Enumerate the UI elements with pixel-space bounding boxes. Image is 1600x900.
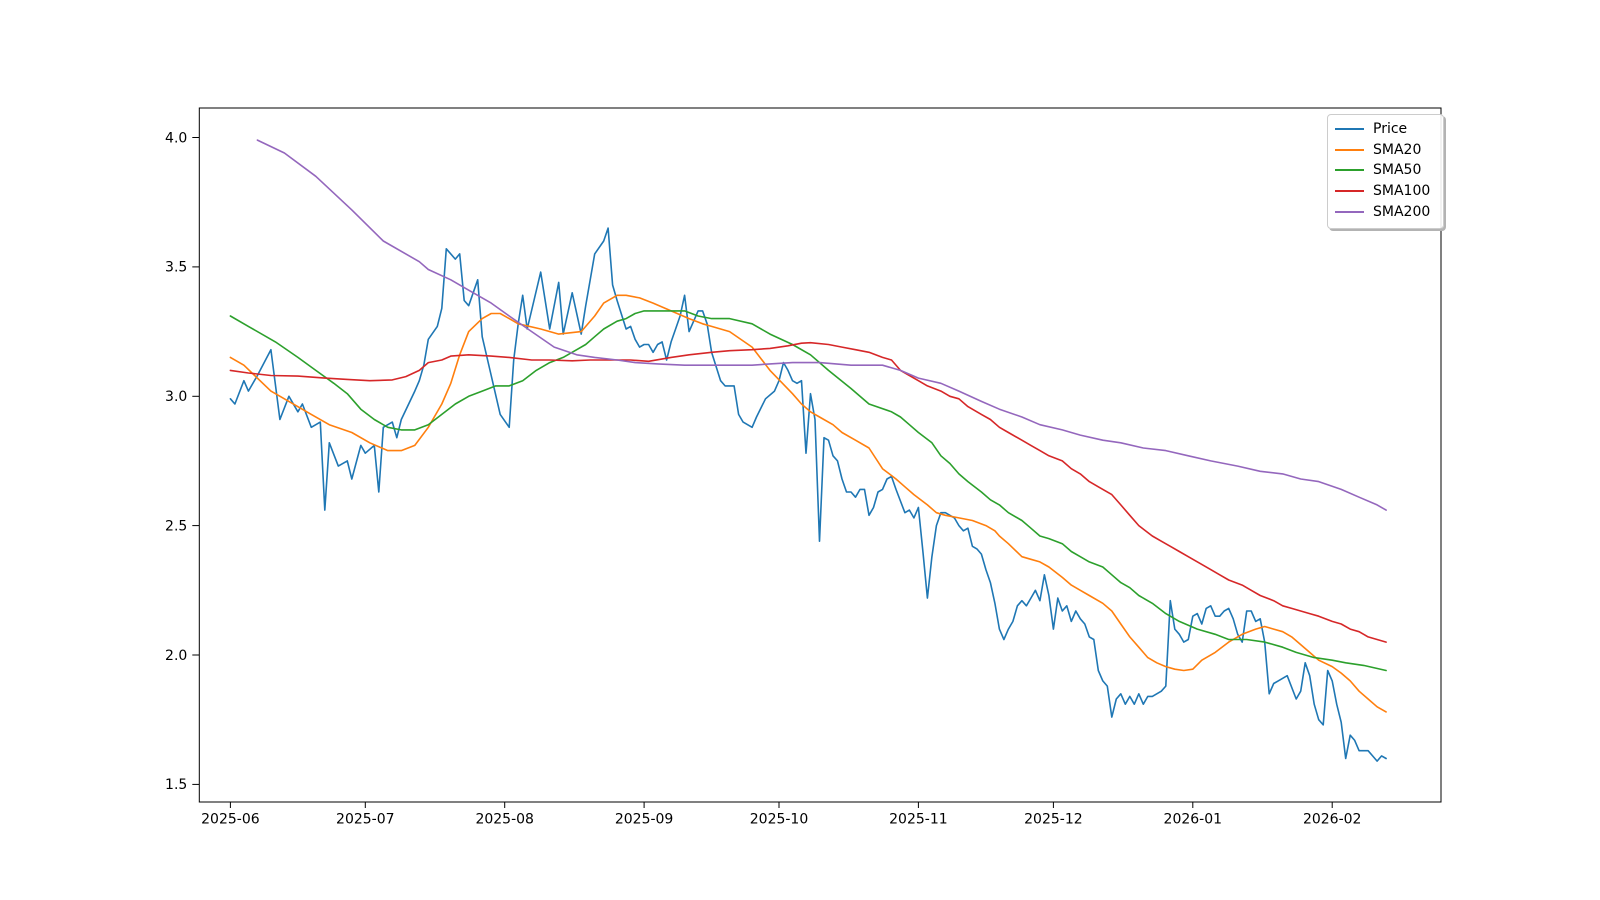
- legend-line-sample-sma20: [1335, 148, 1364, 151]
- x-tick-label: 2025-06: [201, 812, 260, 828]
- x-tick-label: 2025-12: [1024, 812, 1083, 828]
- y-tick-label: 2.0: [165, 648, 187, 664]
- legend-line-sample-sma100: [1335, 190, 1364, 193]
- legend-item-sma50: SMA50: [1335, 160, 1437, 181]
- x-tick-label: 2025-10: [750, 812, 809, 828]
- matplotlib-figure: 2025-06 2025-07 2025-08 2025-09 2025-10 2025-…: [0, 0, 1600, 900]
- legend-item-price: Price: [1335, 119, 1437, 140]
- legend-line-sample-price: [1335, 128, 1364, 131]
- x-tick-label: 2026-02: [1303, 812, 1362, 828]
- plot-border: [198, 107, 1442, 803]
- legend-label: SMA50: [1373, 162, 1422, 179]
- y-tick-label: 3.0: [165, 389, 187, 405]
- legend-label: SMA20: [1373, 141, 1422, 158]
- legend-line-sample-sma200: [1335, 210, 1364, 213]
- sma100-line: [229, 341, 1387, 643]
- sma200-line: [256, 139, 1387, 511]
- sma50-line: [229, 310, 1387, 672]
- y-tick-label: 4.0: [165, 130, 187, 146]
- legend-label: SMA200: [1373, 203, 1431, 220]
- legend-item-sma200: SMA200: [1335, 201, 1437, 222]
- legend-item-sma20: SMA20: [1335, 140, 1437, 161]
- x-tick-label: 2025-08: [475, 812, 534, 828]
- y-tick-label: 3.5: [165, 260, 187, 276]
- sma20-line: [229, 294, 1387, 713]
- x-tick-label: 2025-09: [615, 812, 674, 828]
- y-tick-label: 2.5: [165, 518, 187, 534]
- legend: Price SMA20 SMA50 SMA100 SMA200: [1327, 114, 1444, 229]
- legend-label: SMA100: [1373, 183, 1431, 200]
- x-tick-label: 2025-11: [889, 812, 948, 828]
- y-tick-label: 1.5: [165, 777, 187, 793]
- price-line: [229, 227, 1387, 762]
- x-tick-label: 2026-01: [1164, 812, 1223, 828]
- legend-item-sma100: SMA100: [1335, 181, 1437, 202]
- legend-line-sample-sma50: [1335, 169, 1364, 172]
- legend-label: Price: [1373, 121, 1408, 138]
- x-tick-label: 2025-07: [336, 812, 395, 828]
